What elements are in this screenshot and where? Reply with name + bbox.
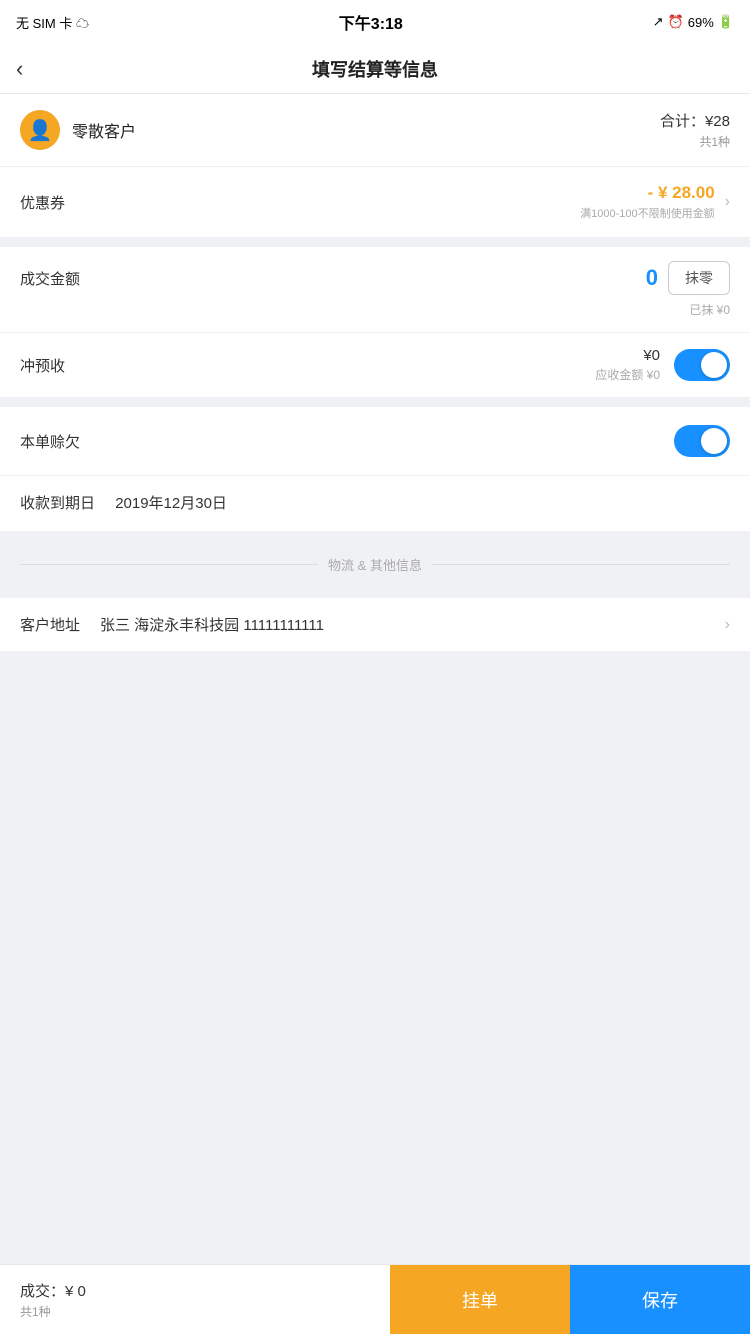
due-date-row: 收款到期日 2019年12月30日 <box>0 475 750 531</box>
precollect-row: 冲预收 ¥0 应收金额 ¥0 <box>0 332 750 397</box>
precollect-values: ¥0 应收金额 ¥0 <box>595 347 660 383</box>
footer-count: 共1种 <box>20 1303 370 1320</box>
page-title: 填写结算等信息 <box>312 56 438 82</box>
status-left: 无 SIM 卡 ☁ <box>16 13 89 32</box>
precollect-toggle[interactable] <box>674 349 730 381</box>
customer-right: 合计：¥28 共1种 <box>660 110 730 150</box>
debt-section: 本单赊欠 收款到期日 2019年12月30日 <box>0 407 750 531</box>
address-label: 客户地址 <box>20 614 90 635</box>
transaction-label: 成交金额 <box>20 268 80 289</box>
chevron-right-icon: › <box>725 193 730 211</box>
coupon-right: - ¥ 28.00 满1000-100不限制使用金额 › <box>580 183 730 221</box>
back-button[interactable]: ‹ <box>16 56 23 82</box>
content-area: 👤 零散客户 合计：¥28 共1种 优惠券 - ¥ 28.00 满1000-10… <box>0 94 750 741</box>
logistics-label: 物流 & 其他信息 <box>328 555 422 574</box>
customer-name: 零散客户 <box>72 118 136 142</box>
alarm-icon: ⏰ <box>668 14 684 30</box>
logistics-section: 物流 & 其他信息 <box>0 541 750 588</box>
amount-row: 成交金额 0 抹零 <box>0 247 750 301</box>
address-chevron-icon: › <box>725 616 730 634</box>
nav-bar: ‹ 填写结算等信息 <box>0 44 750 94</box>
precollect-amount: ¥0 <box>595 347 660 364</box>
customer-row: 👤 零散客户 合计：¥28 共1种 <box>0 94 750 166</box>
total-amount: 合计：¥28 <box>660 110 730 131</box>
debt-toggle[interactable] <box>674 425 730 457</box>
transaction-value: 0 <box>646 265 658 291</box>
discount-desc: 满1000-100不限制使用金额 <box>580 205 715 221</box>
hold-button[interactable]: 挂单 <box>390 1265 570 1334</box>
debt-row: 本单赊欠 <box>0 407 750 475</box>
debt-label: 本单赊欠 <box>20 431 80 452</box>
receivable-amount: 应收金额 ¥0 <box>595 366 660 383</box>
no-sim-text: 无 SIM 卡 ☁ <box>16 13 89 32</box>
round-zero-button[interactable]: 抹零 <box>668 261 730 295</box>
toggle-knob <box>701 352 727 378</box>
debt-toggle-knob <box>701 428 727 454</box>
footer-info: 成交：¥ 0 共1种 <box>0 1280 390 1320</box>
status-time: 下午3:18 <box>339 10 403 34</box>
already-rounded: 已抹 ¥0 <box>0 301 750 332</box>
amount-section: 成交金额 0 抹零 已抹 ¥0 冲预收 ¥0 应收金额 ¥0 <box>0 247 750 397</box>
precollect-right: ¥0 应收金额 ¥0 <box>595 347 730 383</box>
total-count: 共1种 <box>660 133 730 150</box>
footer: 成交：¥ 0 共1种 挂单 保存 <box>0 1264 750 1334</box>
status-right: ↗ ⏰ 69% 🔋 <box>653 14 734 30</box>
address-value: 张三 海淀永丰科技园 11111111111 <box>100 614 725 635</box>
avatar-icon: 👤 <box>28 118 53 143</box>
discount-amount: - ¥ 28.00 <box>580 183 715 203</box>
address-row[interactable]: 客户地址 张三 海淀永丰科技园 11111111111 › <box>0 598 750 651</box>
customer-left: 👤 零散客户 <box>20 110 136 150</box>
coupon-values: - ¥ 28.00 满1000-100不限制使用金额 <box>580 183 715 221</box>
footer-deal-amount: 成交：¥ 0 <box>20 1280 370 1301</box>
battery-text: 69% <box>688 15 714 30</box>
divider-line-right <box>432 564 730 565</box>
address-section: 客户地址 张三 海淀永丰科技园 11111111111 › <box>0 598 750 651</box>
avatar: 👤 <box>20 110 60 150</box>
coupon-row[interactable]: 优惠券 - ¥ 28.00 满1000-100不限制使用金额 › <box>0 166 750 237</box>
status-bar: 无 SIM 卡 ☁ 下午3:18 ↗ ⏰ 69% 🔋 <box>0 0 750 44</box>
due-date-value: 2019年12月30日 <box>115 495 227 512</box>
battery-icon: 🔋 <box>718 14 734 30</box>
logistics-divider: 物流 & 其他信息 <box>0 541 750 588</box>
due-date-label: 收款到期日 <box>20 495 95 512</box>
save-button[interactable]: 保存 <box>570 1265 750 1334</box>
precollect-label: 冲预收 <box>20 355 65 376</box>
location-icon: ↗ <box>653 14 664 30</box>
customer-card: 👤 零散客户 合计：¥28 共1种 优惠券 - ¥ 28.00 满1000-10… <box>0 94 750 237</box>
divider-line-left <box>20 564 318 565</box>
transaction-right: 0 抹零 <box>646 261 730 295</box>
coupon-label: 优惠券 <box>20 192 65 213</box>
